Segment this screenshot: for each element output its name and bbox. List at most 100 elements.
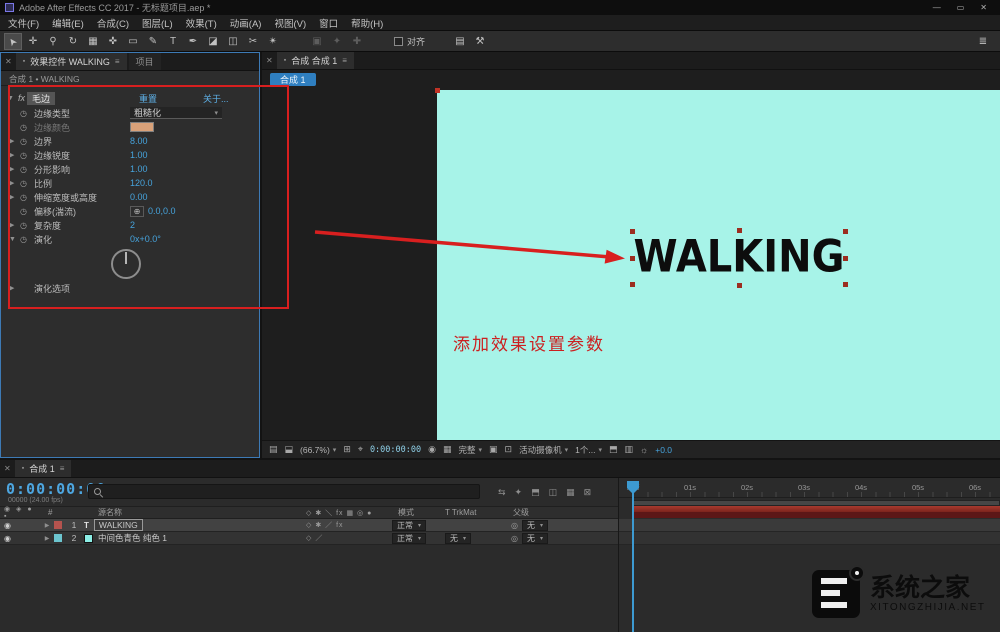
brush-tool-icon[interactable]: ✒ bbox=[184, 33, 202, 50]
show-channel-icon[interactable]: ▦ bbox=[443, 444, 452, 455]
tab-composition[interactable]: ▪ 合成 合成 1 ≡ bbox=[277, 52, 354, 69]
effect-about-link[interactable]: 关于... bbox=[203, 92, 229, 105]
menu-item-composition[interactable]: 合成(C) bbox=[97, 16, 129, 30]
type-tool-icon[interactable]: T bbox=[164, 33, 182, 50]
viewer-timecode[interactable]: 0:00:00:00 bbox=[370, 445, 421, 455]
exposure-value[interactable]: +0.0 bbox=[655, 445, 672, 455]
offset-crosshair-button[interactable]: ⊕ bbox=[130, 206, 144, 217]
panel-menu-icon[interactable]: ≡ bbox=[115, 57, 120, 66]
layer-expand-icon[interactable]: ▶ bbox=[40, 535, 54, 542]
camera-tool-icon[interactable]: ▦ bbox=[84, 33, 102, 50]
region-of-interest-icon[interactable]: ▣ bbox=[489, 444, 498, 455]
target-region-icon[interactable]: ⌖ bbox=[358, 444, 363, 455]
expand-icon[interactable]: ▶ bbox=[9, 284, 20, 292]
hand-tool-icon[interactable]: ✛ bbox=[24, 33, 42, 50]
tab-project[interactable]: 项目 bbox=[129, 53, 161, 70]
comp-navigator-button[interactable]: 合成 1 bbox=[270, 73, 316, 86]
scale-value[interactable]: 120.0 bbox=[130, 178, 153, 188]
exposure-icon[interactable]: ☼ bbox=[640, 445, 648, 455]
expand-icon[interactable]: ▶ bbox=[9, 221, 20, 229]
pan-behind-tool-icon[interactable]: ✜ bbox=[104, 33, 122, 50]
transparency-grid-icon[interactable]: ⊡ bbox=[505, 444, 513, 455]
search-workspace-icon[interactable]: ≣ bbox=[978, 33, 996, 50]
stopwatch-icon[interactable]: ◷ bbox=[20, 165, 34, 174]
mask-visibility-icon[interactable]: ▤ bbox=[269, 444, 278, 455]
tab-effect-controls[interactable]: ▪ 效果控件 WALKING ≡ bbox=[16, 53, 127, 70]
grid-options-icon[interactable]: ▤ bbox=[451, 33, 469, 50]
clone-stamp-tool-icon[interactable]: ◪ bbox=[204, 33, 222, 50]
border-value[interactable]: 8.00 bbox=[130, 136, 148, 146]
layer-name[interactable]: 中间色青色 纯色 1 bbox=[98, 532, 167, 544]
expand-icon[interactable]: ▶ bbox=[9, 151, 20, 159]
evolution-dial[interactable] bbox=[111, 249, 141, 279]
parent-dropdown[interactable]: 无▾ bbox=[522, 533, 548, 544]
guides-icon[interactable]: ⬓ bbox=[285, 444, 294, 455]
video-visibility-toggle[interactable]: ◉ bbox=[0, 521, 40, 530]
view-layout-dropdown[interactable]: 1个... bbox=[575, 444, 595, 456]
frame-blend-icon[interactable]: ◫ bbox=[549, 487, 558, 498]
layer-duration-bar[interactable] bbox=[633, 512, 1000, 518]
parent-pickwhip-icon[interactable]: ◎ bbox=[511, 521, 518, 530]
menu-item-layer[interactable]: 图层(L) bbox=[142, 16, 173, 30]
stopwatch-icon[interactable]: ◷ bbox=[20, 207, 34, 216]
blend-mode-dropdown[interactable]: 正常▾ bbox=[392, 533, 426, 544]
graph-editor-icon[interactable]: ⊠ bbox=[584, 487, 592, 498]
layer-switches[interactable]: ◇ ✱ ／ fx bbox=[302, 520, 392, 530]
layer-switches[interactable]: ◇ ／ bbox=[302, 533, 392, 543]
edge-type-dropdown[interactable]: 粗糙化 ▾ bbox=[130, 107, 222, 119]
timeline-search-box[interactable] bbox=[88, 484, 480, 499]
panel-close-icon[interactable]: ✕ bbox=[0, 460, 15, 477]
snap-toggle[interactable]: 对齐 bbox=[394, 35, 425, 48]
menu-item-window[interactable]: 窗口 bbox=[319, 16, 338, 30]
expand-icon[interactable]: ▶ bbox=[9, 179, 20, 187]
layer-row-solid[interactable]: ◉ ▶ 2 中间色青色 纯色 1 ◇ ／ 正常▾ 无▾ ◎ 无▾ bbox=[0, 532, 618, 545]
resolution-dropdown[interactable]: 完整 bbox=[459, 444, 476, 456]
selection-handle[interactable] bbox=[630, 229, 635, 234]
effect-reset-link[interactable]: 重置 bbox=[139, 92, 157, 105]
shape-tool-icon[interactable]: ▭ bbox=[124, 33, 142, 50]
offset-value[interactable]: 0.0,0.0 bbox=[148, 206, 176, 216]
selection-handle[interactable] bbox=[630, 282, 635, 287]
evolution-value[interactable]: 0x+0.0° bbox=[130, 234, 161, 244]
zoom-tool-icon[interactable]: ⚲ bbox=[44, 33, 62, 50]
stopwatch-icon[interactable]: ◷ bbox=[20, 137, 34, 146]
panel-close-icon[interactable]: ✕ bbox=[1, 53, 16, 70]
time-ruler[interactable]: :00f 01s 02s 03s 04s 05s 06s bbox=[619, 482, 1000, 498]
stopwatch-icon[interactable]: ◷ bbox=[20, 235, 34, 244]
layer-name[interactable]: WALKING bbox=[94, 519, 143, 531]
expand-icon[interactable]: ▶ bbox=[9, 193, 20, 201]
tab-timeline-comp[interactable]: ▪ 合成 1 ≡ bbox=[15, 460, 72, 477]
edge-sharpness-value[interactable]: 1.00 bbox=[130, 150, 148, 160]
parent-pickwhip-icon[interactable]: ◎ bbox=[511, 534, 518, 543]
snap-checkbox[interactable] bbox=[394, 37, 403, 46]
rotate-tool-icon[interactable]: ↻ bbox=[64, 33, 82, 50]
hide-shy-layers-icon[interactable]: ⬒ bbox=[531, 487, 540, 498]
expand-icon[interactable]: ▶ bbox=[9, 137, 20, 145]
composition-canvas[interactable]: WALKING 添加效果设置参数 bbox=[437, 90, 1000, 440]
menu-item-view[interactable]: 视图(V) bbox=[274, 16, 306, 30]
label-color-chip[interactable] bbox=[54, 534, 62, 542]
menu-item-help[interactable]: 帮助(H) bbox=[351, 16, 383, 30]
menu-item-file[interactable]: 文件(F) bbox=[8, 16, 39, 30]
stretch-value[interactable]: 0.00 bbox=[130, 192, 148, 202]
fractal-influence-value[interactable]: 1.00 bbox=[130, 164, 148, 174]
selection-handle[interactable] bbox=[843, 229, 848, 234]
panel-menu-icon[interactable]: ≡ bbox=[342, 56, 347, 65]
camera-view-dropdown[interactable]: 活动摄像机 bbox=[519, 444, 562, 456]
stopwatch-icon[interactable]: ◷ bbox=[20, 123, 34, 132]
minimize-button[interactable]: — bbox=[933, 3, 941, 12]
menu-item-effect[interactable]: 效果(T) bbox=[186, 16, 217, 30]
maximize-button[interactable]: ▭ bbox=[957, 3, 965, 12]
effect-expand-icon[interactable]: ▼ bbox=[7, 95, 18, 102]
motion-blur-icon[interactable]: ▦ bbox=[566, 487, 575, 498]
current-time-indicator-line[interactable] bbox=[632, 481, 634, 632]
draft-3d-icon[interactable]: ✦ bbox=[515, 487, 523, 498]
selection-handle[interactable] bbox=[843, 282, 848, 287]
layer-expand-icon[interactable]: ▶ bbox=[40, 522, 54, 529]
selection-handle[interactable] bbox=[630, 256, 635, 261]
eraser-tool-icon[interactable]: ◫ bbox=[224, 33, 242, 50]
selection-handle[interactable] bbox=[737, 228, 742, 233]
puppet-pin-tool-icon[interactable]: ✴ bbox=[264, 33, 282, 50]
stopwatch-icon[interactable]: ◷ bbox=[20, 179, 34, 188]
layer-row-walking[interactable]: ◉ ▶ 1 T WALKING ◇ ✱ ／ fx 正常▾ ◎ 无▾ bbox=[0, 519, 618, 532]
